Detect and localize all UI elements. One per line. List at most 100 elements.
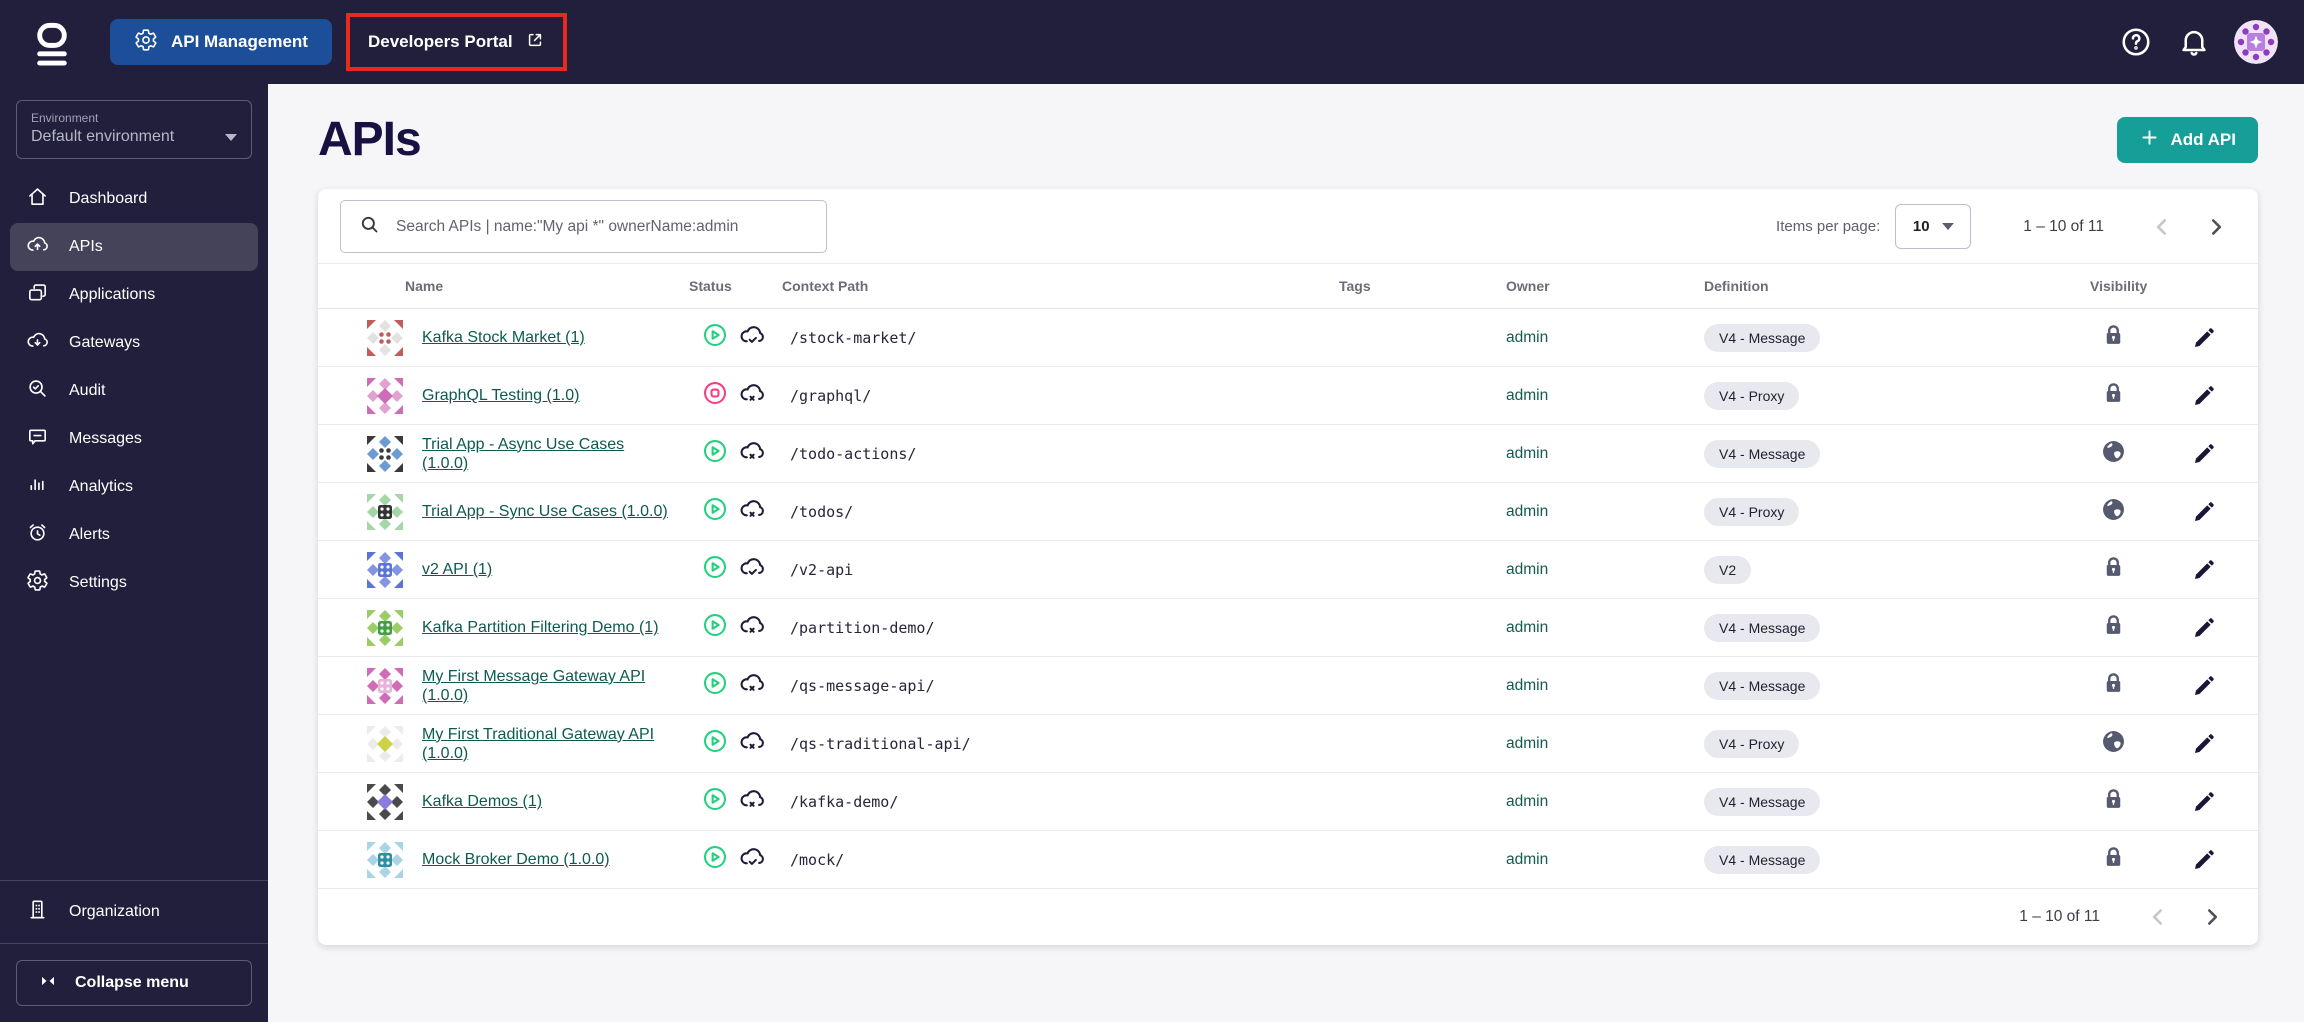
visibility-lock-icon bbox=[2090, 844, 2180, 876]
owner: admin bbox=[1506, 850, 1549, 868]
previous-page-button-bottom[interactable] bbox=[2138, 897, 2178, 937]
column-header-status: Status bbox=[689, 278, 732, 294]
column-header-context-path: Context Path bbox=[782, 278, 869, 294]
definition-badge: V4 - Proxy bbox=[1704, 381, 1800, 410]
deployment-synced-icon bbox=[739, 844, 765, 875]
sidebar-item-analytics[interactable]: Analytics bbox=[0, 463, 268, 511]
owner: admin bbox=[1506, 792, 1549, 810]
sidebar-item-dashboard[interactable]: Dashboard bbox=[0, 175, 268, 223]
edit-api-button[interactable] bbox=[2186, 668, 2222, 704]
deployment-out-of-sync-icon bbox=[739, 380, 765, 411]
api-name-link[interactable]: Trial App - Sync Use Cases (1.0.0) bbox=[422, 502, 668, 521]
previous-page-button[interactable] bbox=[2142, 207, 2182, 247]
audit-search-icon bbox=[26, 377, 49, 405]
api-name-link[interactable]: Kafka Partition Filtering Demo (1) bbox=[422, 618, 659, 637]
sidebar-item-label: Applications bbox=[69, 286, 156, 303]
edit-api-button[interactable] bbox=[2186, 552, 2222, 588]
actions-cell bbox=[2180, 610, 2258, 646]
column-header-name: Name bbox=[405, 278, 444, 294]
sidebar-item-applications[interactable]: Applications bbox=[0, 271, 268, 319]
actions-cell bbox=[2180, 726, 2258, 762]
api-name-link[interactable]: My First Traditional Gateway API (1.0.0) bbox=[422, 725, 654, 763]
edit-api-button[interactable] bbox=[2186, 494, 2222, 530]
table-row: Trial App - Sync Use Cases (1.0.0) /todos… bbox=[318, 483, 2258, 541]
collapse-menu-label: Collapse menu bbox=[75, 974, 189, 991]
definition-badge: V4 - Message bbox=[1704, 613, 1821, 642]
visibility-globe-icon bbox=[2090, 438, 2180, 470]
table-row: GraphQL Testing (1.0) /graphql/admin V4 - … bbox=[318, 367, 2258, 425]
items-per-page-label: Items per page: bbox=[1776, 218, 1881, 235]
owner: admin bbox=[1506, 328, 1549, 346]
api-name-cell: My First Traditional Gateway API (1.0.0) bbox=[365, 718, 689, 770]
edit-api-button[interactable] bbox=[2186, 436, 2222, 472]
edit-api-button[interactable] bbox=[2186, 610, 2222, 646]
search-input[interactable] bbox=[396, 217, 809, 236]
organization-label: Organization bbox=[69, 903, 160, 920]
api-name-link[interactable]: GraphQL Testing (1.0) bbox=[422, 386, 579, 405]
api-name-link[interactable]: Kafka Demos (1) bbox=[422, 792, 542, 811]
api-management-button[interactable]: API Management bbox=[110, 19, 332, 65]
owner: admin bbox=[1506, 676, 1549, 694]
column-header-owner: Owner bbox=[1506, 278, 1550, 294]
api-name-link[interactable]: v2 API (1) bbox=[422, 560, 492, 579]
search-box bbox=[340, 200, 827, 253]
api-name-link[interactable]: Trial App - Async Use Cases (1.0.0) bbox=[422, 435, 624, 473]
bell-icon[interactable] bbox=[2178, 26, 2210, 58]
edit-api-button[interactable] bbox=[2186, 842, 2222, 878]
context-path: /partition-demo/ bbox=[790, 618, 935, 637]
owner: admin bbox=[1506, 502, 1549, 520]
api-name-link[interactable]: My First Message Gateway API (1.0.0) bbox=[422, 667, 645, 705]
next-page-button-bottom[interactable] bbox=[2192, 897, 2232, 937]
sidebar-menu: Dashboard APIs Applications Gateways Audit Me… bbox=[0, 175, 268, 607]
table-row: Kafka Demos (1) /kafka-demo/admin V4 - Mes… bbox=[318, 773, 2258, 831]
sidebar-item-alerts[interactable]: Alerts bbox=[0, 511, 268, 559]
api-name-cell: Kafka Stock Market (1) bbox=[365, 312, 689, 364]
definition-badge: V4 - Message bbox=[1704, 845, 1821, 874]
api-picture-icon bbox=[365, 492, 405, 532]
edit-api-button[interactable] bbox=[2186, 726, 2222, 762]
status-started-icon bbox=[702, 438, 728, 469]
collapse-menu-button[interactable]: Collapse menu bbox=[16, 960, 252, 1006]
definition-badge: V4 - Proxy bbox=[1704, 497, 1800, 526]
visibility-lock-icon bbox=[2090, 554, 2180, 586]
api-picture-icon bbox=[365, 434, 405, 474]
status-cell bbox=[689, 438, 782, 469]
sidebar-item-messages[interactable]: Messages bbox=[0, 415, 268, 463]
table-row: My First Traditional Gateway API (1.0.0) /… bbox=[318, 715, 2258, 773]
environment-select[interactable]: Environment Default environment bbox=[16, 100, 252, 159]
edit-api-button[interactable] bbox=[2186, 378, 2222, 414]
deployment-out-of-sync-icon bbox=[739, 612, 765, 643]
definition-cell: V4 - Proxy bbox=[1704, 497, 2090, 526]
applications-icon bbox=[26, 281, 49, 309]
visibility-lock-icon bbox=[2090, 670, 2180, 702]
actions-cell bbox=[2180, 668, 2258, 704]
api-picture-icon bbox=[365, 550, 405, 590]
actions-cell bbox=[2180, 320, 2258, 356]
context-path: /todo-actions/ bbox=[790, 444, 917, 463]
main-content: APIs Add API Items per page: bbox=[268, 84, 2304, 1022]
sidebar-item-audit[interactable]: Audit bbox=[0, 367, 268, 415]
deployment-out-of-sync-icon bbox=[739, 438, 765, 469]
owner: admin bbox=[1506, 734, 1549, 752]
sidebar-item-apis[interactable]: APIs bbox=[10, 223, 258, 271]
gravitee-logo-icon bbox=[32, 20, 72, 66]
avatar[interactable] bbox=[2234, 20, 2278, 64]
sidebar-item-settings[interactable]: Settings bbox=[0, 559, 268, 607]
developers-portal-link[interactable]: Developers Portal bbox=[345, 13, 567, 71]
add-api-button[interactable]: Add API bbox=[2116, 116, 2258, 163]
help-icon[interactable] bbox=[2120, 26, 2152, 58]
owner: admin bbox=[1506, 618, 1549, 636]
api-name-link[interactable]: Kafka Stock Market (1) bbox=[422, 328, 585, 347]
status-cell bbox=[689, 728, 782, 759]
items-per-page-select[interactable]: 10 bbox=[1895, 204, 1972, 249]
edit-api-button[interactable] bbox=[2186, 320, 2222, 356]
api-name-cell: Trial App - Sync Use Cases (1.0.0) bbox=[365, 486, 689, 538]
edit-api-button[interactable] bbox=[2186, 784, 2222, 820]
api-name-link[interactable]: Mock Broker Demo (1.0.0) bbox=[422, 850, 610, 869]
next-page-button[interactable] bbox=[2196, 207, 2236, 247]
definition-cell: V4 - Message bbox=[1704, 787, 2090, 816]
status-cell bbox=[689, 496, 782, 527]
sidebar-item-organization[interactable]: Organization bbox=[0, 881, 268, 943]
gear-icon bbox=[26, 569, 49, 597]
sidebar-item-gateways[interactable]: Gateways bbox=[0, 319, 268, 367]
